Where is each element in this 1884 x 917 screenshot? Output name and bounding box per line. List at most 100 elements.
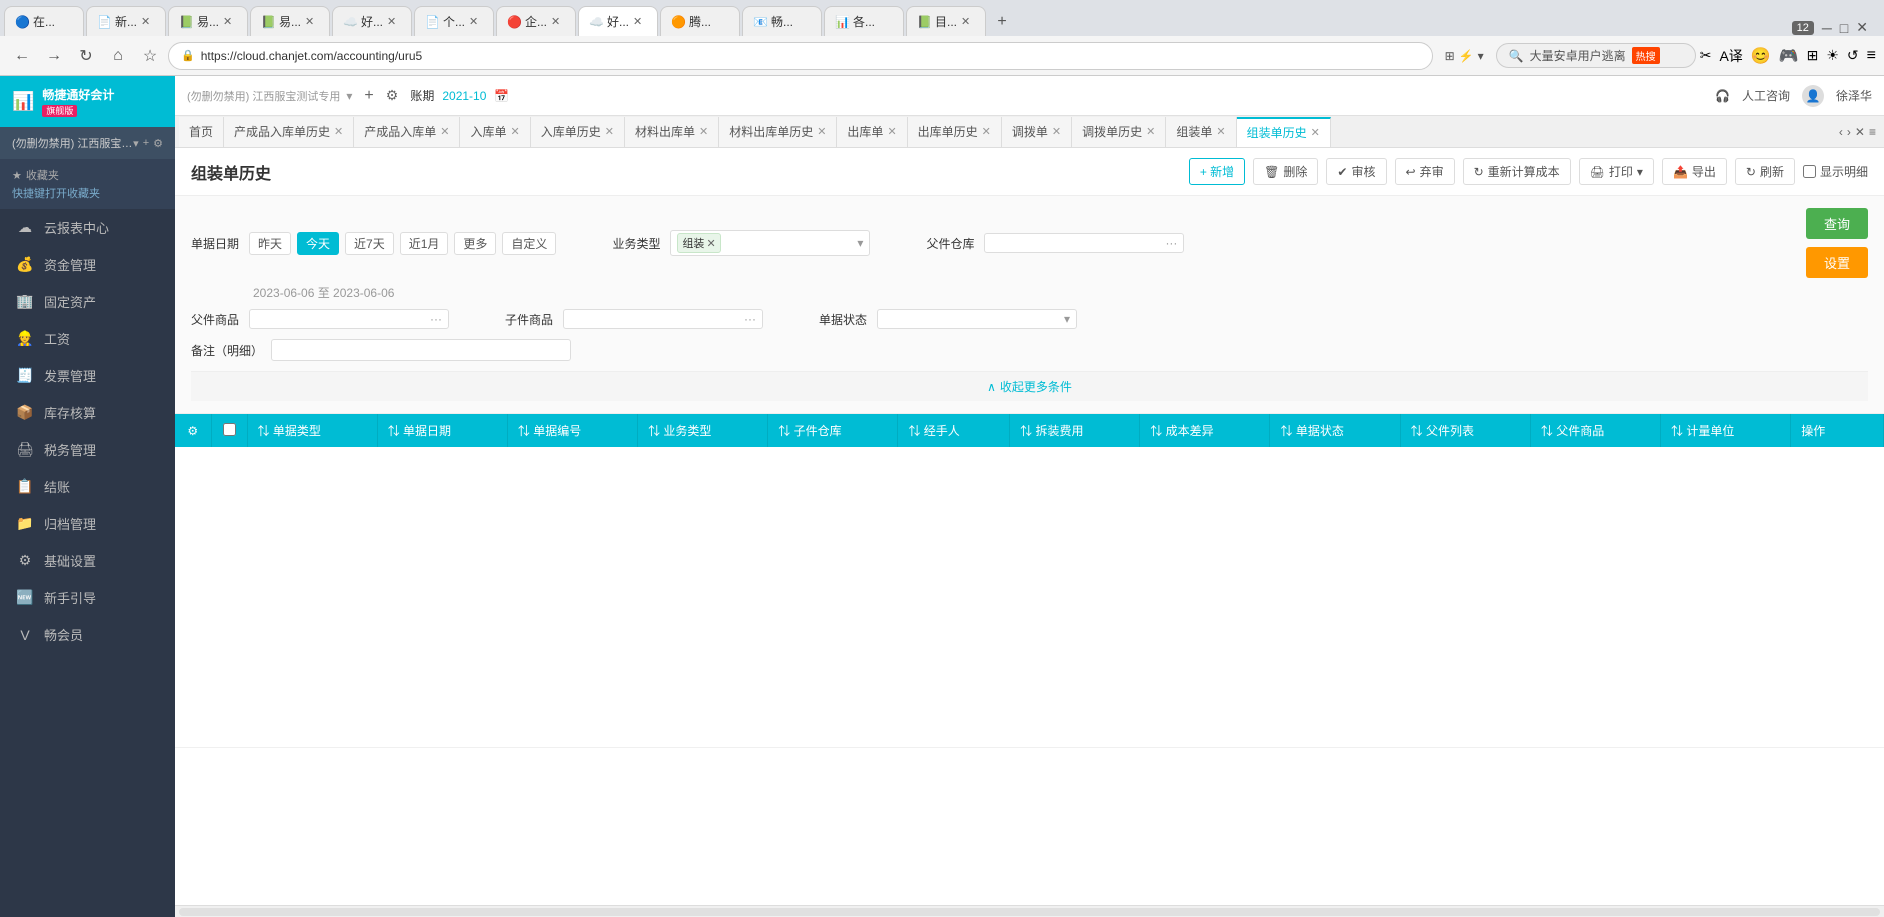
horizontal-scrollbar[interactable] [175,905,1884,917]
apps-icon[interactable]: ⊞ [1807,47,1819,64]
sidebar-item-finance[interactable]: 💰 资金管理 [0,246,175,283]
page-tab-mat-out-hist-close[interactable]: ✕ [817,125,826,138]
minimize-button[interactable]: ─ [1822,20,1832,36]
account-selector[interactable]: (勿删勿禁用) 江西服宝测试专用 ▾ [187,88,352,104]
date-btn-custom[interactable]: 自定义 [502,232,556,255]
export-button[interactable]: 📤 导出 [1662,158,1727,185]
sidebar-item-inventory[interactable]: 📦 库存核算 [0,394,175,431]
tabs-more-btn[interactable]: ≡ [1869,125,1876,139]
browser-tab-10[interactable]: 📧 畅... [742,6,822,36]
page-tab-material-out[interactable]: 材料出库单 ✕ [625,117,719,147]
delete-button[interactable]: 🗑 删除 [1253,158,1318,185]
col-dismantle-cost[interactable]: ⇅ 拆装费用 [1010,414,1140,447]
review-button[interactable]: ✔ 审核 [1326,158,1386,185]
col-doc-type[interactable]: ⇅ 单据类型 [247,414,377,447]
bookmark-sub[interactable]: 快捷键打开收藏夹 [12,185,163,201]
sidebar-item-closing[interactable]: 📋 结账 [0,468,175,505]
scissors-icon[interactable]: ✂ [1700,47,1712,64]
back-button[interactable]: ← [8,42,36,70]
col-child-wh[interactable]: ⇅ 子件仓库 [768,414,898,447]
page-tab-assembly-hist-close[interactable]: ✕ [1311,126,1320,139]
col-settings[interactable]: ⚙ [175,414,211,447]
tabs-close-btn[interactable]: ✕ [1855,125,1865,139]
help-text[interactable]: 人工咨询 [1742,87,1790,104]
sidebar-item-member[interactable]: V 畅会员 [0,616,175,653]
settings-button[interactable]: 设置 [1806,247,1868,278]
page-tab-assembly-close[interactable]: ✕ [1216,125,1225,138]
date-btn-today[interactable]: 今天 [297,232,339,255]
page-tab-out-order-close[interactable]: ✕ [887,125,896,138]
query-button[interactable]: 查询 [1806,208,1868,239]
reload-button[interactable]: ↻ [72,42,100,70]
maximize-button[interactable]: □ [1840,20,1848,36]
page-tab-production-in-history[interactable]: 产成品入库单历史 ✕ [224,117,354,147]
sun-icon[interactable]: ☀ [1826,47,1839,64]
browser-tab-7[interactable]: 🔴 企... ✕ [496,6,576,36]
tabs-prev-btn[interactable]: ‹ [1839,125,1843,139]
translate-icon[interactable]: A译 [1719,46,1742,66]
sidebar-item-payroll[interactable]: 👷 工资 [0,320,175,357]
page-tab-transfer-close[interactable]: ✕ [1052,125,1061,138]
child-goods-more-btn[interactable]: ··· [744,312,756,326]
print-button[interactable]: 🖨 打印 ▾ [1579,158,1654,185]
col-doc-date[interactable]: ⇅ 单据日期 [377,414,507,447]
add-org-icon[interactable]: + [143,137,149,149]
tab-close-12[interactable]: ✕ [961,15,970,28]
browser-tab-8[interactable]: ☁️ 好... ✕ [578,6,658,36]
new-button[interactable]: + 新增 [1189,158,1245,185]
emoji-icon[interactable]: 😊 [1751,46,1771,66]
col-biz-type[interactable]: ⇅ 业务类型 [638,414,768,447]
page-tab-prod-in-close[interactable]: ✕ [440,125,449,138]
page-tab-out-order[interactable]: 出库单 ✕ [837,117,907,147]
account-settings-btn[interactable]: ⚙ [386,87,399,104]
tab-close-7[interactable]: ✕ [551,15,560,28]
bookmark-button[interactable]: ☆ [136,42,164,70]
sidebar-item-guide[interactable]: 🆕 新手引导 [0,579,175,616]
col-parent-list[interactable]: ⇅ 父件列表 [1400,414,1530,447]
tab-close-5[interactable]: ✕ [387,15,396,28]
date-btn-7days[interactable]: 近7天 [345,232,394,255]
browser-tab-4[interactable]: 📗 易... ✕ [250,6,330,36]
menu-icon[interactable]: ≡ [1867,47,1876,65]
page-tab-assembly[interactable]: 组装单 ✕ [1166,117,1236,147]
biz-type-tag-close[interactable]: ✕ [706,237,715,250]
new-tab-button[interactable]: + [988,8,1016,36]
browser-tab-6[interactable]: 📄 个... ✕ [414,6,494,36]
tab-close-3[interactable]: ✕ [223,15,232,28]
date-btn-more[interactable]: 更多 [454,232,496,255]
sidebar-item-invoice[interactable]: 🧾 发票管理 [0,357,175,394]
browser-tab-2[interactable]: 📄 新... ✕ [86,6,166,36]
biz-type-container[interactable]: 组装 ✕ ▾ [670,230,870,256]
sidebar-item-archive[interactable]: 📁 归档管理 [0,505,175,542]
sidebar-item-fixed-assets[interactable]: 🏢 固定资产 [0,283,175,320]
page-tab-prod-in-hist-close[interactable]: ✕ [334,125,343,138]
page-tab-in-order-close[interactable]: ✕ [511,125,520,138]
refresh-button[interactable]: ↻ 刷新 [1735,158,1795,185]
undo-icon[interactable]: ↺ [1847,47,1859,64]
sidebar-item-basic-settings[interactable]: ⚙ 基础设置 [0,542,175,579]
display-detail-toggle[interactable]: 显示明细 [1803,163,1868,180]
note-input[interactable] [271,339,571,361]
sidebar-item-cloud-report[interactable]: ☁ 云报表中心 [0,209,175,246]
col-checkbox[interactable] [211,414,247,447]
select-all-checkbox[interactable] [223,423,236,436]
col-doc-no[interactable]: ⇅ 单据编号 [507,414,637,447]
date-btn-yesterday[interactable]: 昨天 [249,232,291,255]
user-name[interactable]: 徐泽华 [1836,87,1872,104]
page-tab-in-order-history[interactable]: 入库单历史 ✕ [531,117,625,147]
page-tab-assembly-history[interactable]: 组装单历史 ✕ [1237,117,1331,147]
sidebar-org[interactable]: (勿删勿禁用) 江西服宝测试专用 ▾ + ⚙ [0,127,175,159]
sidebar-item-tax[interactable]: 🖨 税务管理 [0,431,175,468]
col-cost-diff[interactable]: ⇅ 成本差异 [1140,414,1270,447]
page-tab-material-out-history[interactable]: 材料出库单历史 ✕ [719,117,837,147]
close-window-button[interactable]: ✕ [1856,19,1868,36]
page-tab-out-order-history[interactable]: 出库单历史 ✕ [908,117,1002,147]
home-button[interactable]: ⌂ [104,42,132,70]
forward-button[interactable]: → [40,42,68,70]
display-detail-checkbox[interactable] [1803,165,1816,178]
page-tab-production-in[interactable]: 产成品入库单 ✕ [354,117,460,147]
tab-close-8[interactable]: ✕ [633,15,642,28]
browser-tab-1[interactable]: 🔵 在... [4,6,84,36]
col-doc-status[interactable]: ⇅ 单据状态 [1270,414,1400,447]
add-account-btn[interactable]: + [364,87,373,105]
